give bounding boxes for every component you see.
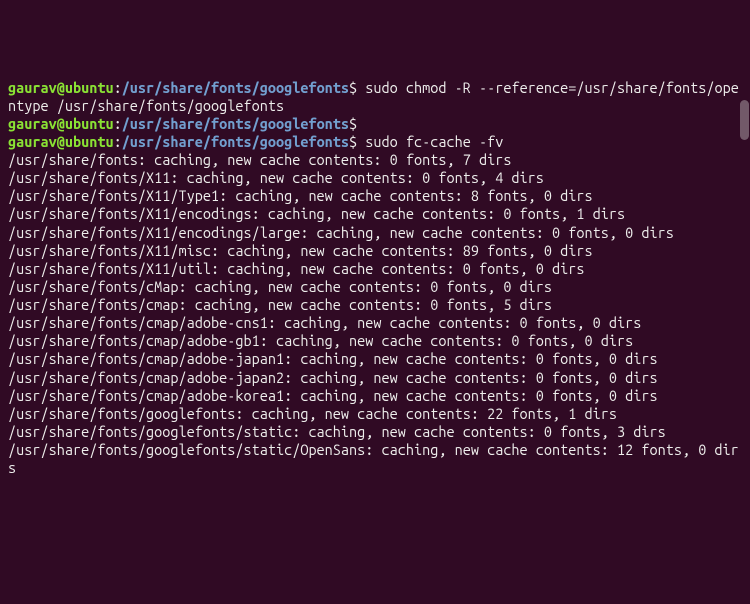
output-line: /usr/share/fonts: caching, new cache con…: [8, 151, 742, 169]
output-line: /usr/share/fonts/X11/Type1: caching, new…: [8, 187, 742, 205]
prompt-line-3: gaurav@ubuntu:/usr/share/fonts/googlefon…: [8, 133, 742, 151]
output-line: /usr/share/fonts/X11/encodings/large: ca…: [8, 224, 742, 242]
output-line: /usr/share/fonts/X11/util: caching, new …: [8, 260, 742, 278]
prompt-line-1: gaurav@ubuntu:/usr/share/fonts/googlefon…: [8, 79, 742, 115]
user-host: gaurav@ubuntu: [8, 115, 114, 132]
output-line: /usr/share/fonts/cmap/adobe-japan1: cach…: [8, 350, 742, 368]
cwd: /usr/share/fonts/googlefonts: [122, 115, 349, 132]
output-line: /usr/share/fonts/X11/encodings: caching,…: [8, 205, 742, 223]
user-host: gaurav@ubuntu: [8, 133, 114, 150]
output-line: /usr/share/fonts/cmap/adobe-korea1: cach…: [8, 387, 742, 405]
command-fc-cache: sudo fc-cache -fv: [365, 133, 503, 150]
scrollbar[interactable]: [738, 0, 750, 506]
output-line: /usr/share/fonts/cmap/adobe-gb1: caching…: [8, 332, 742, 350]
output-line: /usr/share/fonts/cmap/adobe-cns1: cachin…: [8, 314, 742, 332]
output-line: /usr/share/fonts/X11: caching, new cache…: [8, 169, 742, 187]
cwd: /usr/share/fonts/googlefonts: [122, 133, 349, 150]
output-line: /usr/share/fonts/cmap/adobe-japan2: cach…: [8, 369, 742, 387]
output-line: /usr/share/fonts/cmap: caching, new cach…: [8, 296, 742, 314]
scrollbar-thumb[interactable]: [740, 100, 749, 140]
output-line: /usr/share/fonts/googlefonts/static/Open…: [8, 441, 742, 477]
prompt-line-2: gaurav@ubuntu:/usr/share/fonts/googlefon…: [8, 115, 742, 133]
cwd: /usr/share/fonts/googlefonts: [122, 79, 349, 96]
output-line: /usr/share/fonts/googlefonts/static: cac…: [8, 423, 742, 441]
output-line: /usr/share/fonts/X11/misc: caching, new …: [8, 242, 742, 260]
terminal-window[interactable]: gaurav@ubuntu:/usr/share/fonts/googlefon…: [8, 79, 742, 478]
output-line: /usr/share/fonts/cMap: caching, new cach…: [8, 278, 742, 296]
output-line: /usr/share/fonts/googlefonts: caching, n…: [8, 405, 742, 423]
user-host: gaurav@ubuntu: [8, 79, 114, 96]
